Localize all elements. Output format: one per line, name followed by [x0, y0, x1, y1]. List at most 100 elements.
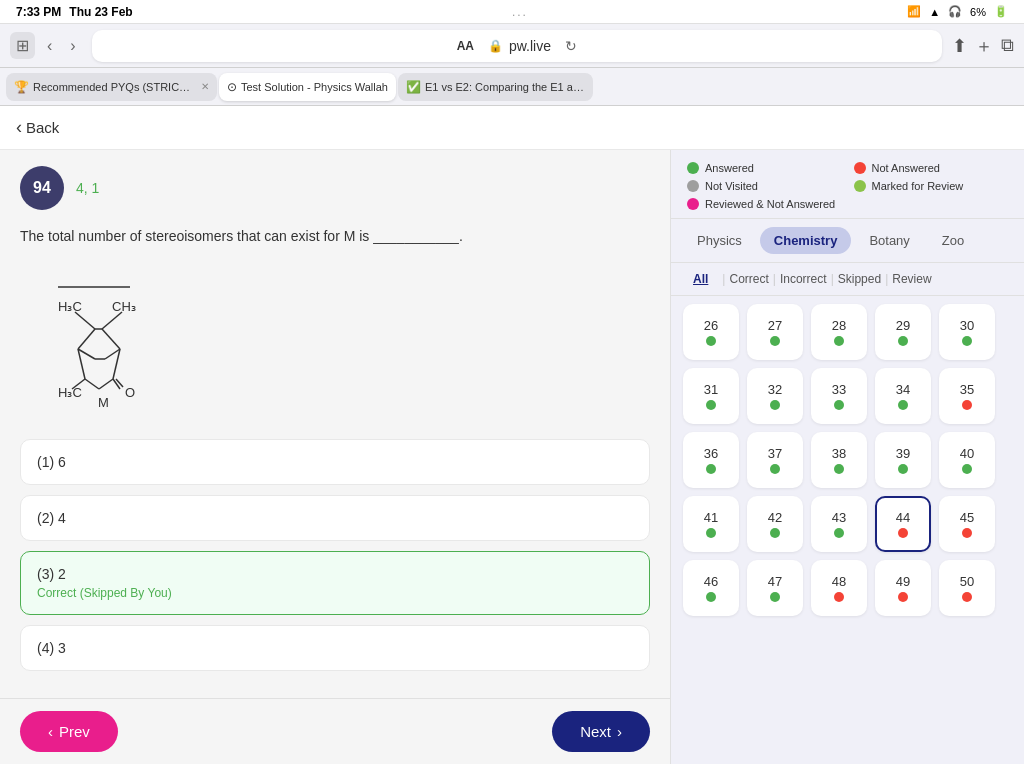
q-cell-27[interactable]: 27 [747, 304, 803, 360]
tab-e1-vs-e2[interactable]: ✅ E1 vs E2: Comparing the E1 and E2 Reac… [398, 73, 593, 101]
svg-text:H₃C: H₃C [58, 299, 82, 314]
q-cell-46[interactable]: 46 [683, 560, 739, 616]
tab-physics[interactable]: Physics [683, 227, 756, 254]
legend-not-answered: Not Answered [854, 162, 1009, 174]
q-cell-47[interactable]: 47 [747, 560, 803, 616]
next-button[interactable]: Next › [552, 711, 650, 752]
svg-line-10 [85, 379, 99, 389]
q-cell-38[interactable]: 38 [811, 432, 867, 488]
browser-chrome: ⊞ ‹ › AA 🔒 pw.live ↻ ⬆ ＋ ⧉ [0, 24, 1024, 68]
q-cell-39[interactable]: 39 [875, 432, 931, 488]
legend-dot-not-visited [687, 180, 699, 192]
q-cell-35[interactable]: 35 [939, 368, 995, 424]
q-dot-49 [898, 592, 908, 602]
q-cell-30[interactable]: 30 [939, 304, 995, 360]
legend-marked-review: Marked for Review [854, 180, 1009, 192]
option-2[interactable]: (2) 4 [20, 495, 650, 541]
address-bar[interactable]: AA 🔒 pw.live ↻ [92, 30, 942, 62]
q-dot-40 [962, 464, 972, 474]
q-cell-33[interactable]: 33 [811, 368, 867, 424]
reload-button[interactable]: ↻ [565, 38, 577, 54]
legend-dot-answered [687, 162, 699, 174]
q-cell-37[interactable]: 37 [747, 432, 803, 488]
grid-row-1: 26 27 28 29 30 [683, 304, 1012, 360]
q-cell-29[interactable]: 29 [875, 304, 931, 360]
legend-label-reviewed-not-answered: Reviewed & Not Answered [705, 198, 835, 210]
q-dot-30 [962, 336, 972, 346]
q-cell-34[interactable]: 34 [875, 368, 931, 424]
tab-botany[interactable]: Botany [855, 227, 923, 254]
tab-zoo[interactable]: Zoo [928, 227, 978, 254]
share-button[interactable]: ⬆ [952, 35, 967, 57]
legend: Answered Not Answered Not Visited Marked… [671, 150, 1024, 219]
q-cell-49[interactable]: 49 [875, 560, 931, 616]
option-4-label: (4) 3 [37, 640, 66, 656]
svg-line-11 [99, 379, 113, 389]
svg-line-3 [75, 312, 95, 329]
tabs-overview-button[interactable]: ⧉ [1001, 35, 1014, 56]
bottom-navigation: ‹ Prev Next › [0, 698, 670, 764]
legend-not-visited: Not Visited [687, 180, 842, 192]
tab-label-pyqs: Recommended PYQs (STRICTLY NCERT Base... [33, 81, 193, 93]
q-cell-48[interactable]: 48 [811, 560, 867, 616]
new-tab-button[interactable]: ＋ [975, 34, 993, 58]
q-dot-26 [706, 336, 716, 346]
q-dot-37 [770, 464, 780, 474]
tab-close-pyqs[interactable]: ✕ [201, 81, 209, 92]
back-button[interactable]: ‹ Back [16, 117, 59, 138]
q-cell-32[interactable]: 32 [747, 368, 803, 424]
filter-all[interactable]: All [683, 269, 718, 289]
question-panel: 94 4, 1 The total number of stereoisomer… [0, 150, 670, 764]
filter-separator-1: | [722, 272, 725, 286]
tab-recommended-pyqs[interactable]: 🏆 Recommended PYQs (STRICTLY NCERT Base.… [6, 73, 217, 101]
question-text: The total number of stereoisomers that c… [20, 226, 650, 247]
tab-test-solution[interactable]: ⊙ Test Solution - Physics Wallah [219, 73, 396, 101]
filter-separator-4: | [885, 272, 888, 286]
filter-skipped-label: Skipped [838, 272, 881, 286]
filter-correct-label: Correct [729, 272, 768, 286]
option-1[interactable]: (1) 6 [20, 439, 650, 485]
q-cell-50[interactable]: 50 [939, 560, 995, 616]
filter-incorrect-label: Incorrect [780, 272, 827, 286]
sidebar-toggle-button[interactable]: ⊞ [10, 32, 35, 59]
q-cell-28[interactable]: 28 [811, 304, 867, 360]
q-cell-31[interactable]: 31 [683, 368, 739, 424]
battery-icon: 🔋 [994, 5, 1008, 18]
tab-chemistry[interactable]: Chemistry [760, 227, 852, 254]
q-cell-43[interactable]: 43 [811, 496, 867, 552]
forward-browser-button[interactable]: › [64, 33, 81, 59]
prev-label: Prev [59, 723, 90, 740]
q-dot-27 [770, 336, 780, 346]
status-date: Thu 23 Feb [69, 5, 132, 19]
q-cell-36[interactable]: 36 [683, 432, 739, 488]
tab-icon-test: ⊙ [227, 80, 237, 94]
back-chevron-icon: ‹ [16, 117, 22, 138]
q-cell-40[interactable]: 40 [939, 432, 995, 488]
option-4[interactable]: (4) 3 [20, 625, 650, 671]
back-label: Back [26, 119, 59, 136]
q-dot-33 [834, 400, 844, 410]
option-3-label: (3) 2 [37, 566, 66, 582]
filter-review-label: Review [892, 272, 931, 286]
q-cell-42[interactable]: 42 [747, 496, 803, 552]
status-dots: ... [512, 5, 528, 19]
q-dot-47 [770, 592, 780, 602]
q-cell-45[interactable]: 45 [939, 496, 995, 552]
svg-text:CH₃: CH₃ [112, 299, 136, 314]
legend-label-answered: Answered [705, 162, 754, 174]
svg-line-6 [78, 329, 95, 349]
q-cell-26[interactable]: 26 [683, 304, 739, 360]
back-browser-button[interactable]: ‹ [41, 33, 58, 59]
grid-row-3: 36 37 38 39 40 [683, 432, 1012, 488]
option-1-label: (1) 6 [37, 454, 66, 470]
option-3[interactable]: (3) 2 Correct (Skipped By You) [20, 551, 650, 615]
q-cell-41[interactable]: 41 [683, 496, 739, 552]
q-dot-28 [834, 336, 844, 346]
q-dot-43 [834, 528, 844, 538]
status-icons: 📶 ▲ 🎧 6% 🔋 [907, 5, 1008, 18]
font-size-control[interactable]: AA [457, 39, 474, 53]
option-2-label: (2) 4 [37, 510, 66, 526]
q-cell-44[interactable]: 44 [875, 496, 931, 552]
prev-button[interactable]: ‹ Prev [20, 711, 118, 752]
navigator-panel: Answered Not Answered Not Visited Marked… [670, 150, 1024, 764]
